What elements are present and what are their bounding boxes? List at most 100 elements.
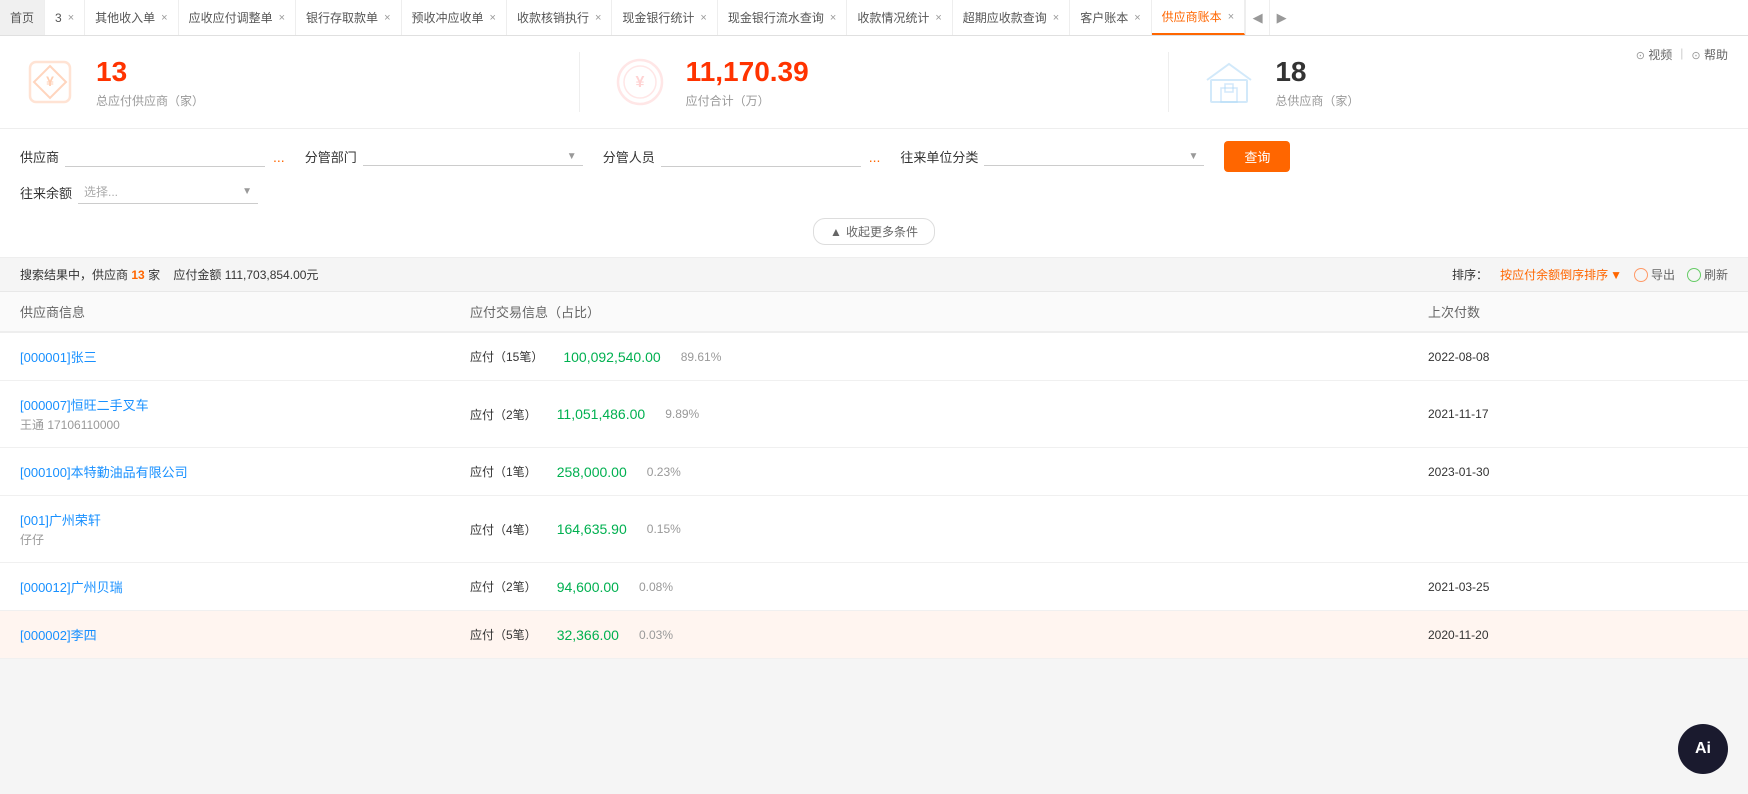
person-dots[interactable]: ... <box>869 149 881 165</box>
person-input[interactable] <box>661 146 861 167</box>
nav-cash-bank-flow[interactable]: 现金银行流水查询 × <box>718 0 847 35</box>
summary-bar: ⊙ 视频 | ⊙ 帮助 ¥ 13 总应付供应商（家） ¥ 11,170.39 <box>0 36 1748 129</box>
summary-card-2: ¥ 11,170.39 应付合计（万） <box>610 52 1139 112</box>
video-link[interactable]: ⊙ 视频 <box>1636 46 1673 63</box>
export-button[interactable]: 导出 <box>1634 266 1675 283</box>
tx-amount-link[interactable]: 94,600.00 <box>557 579 619 595</box>
close-collection-exec[interactable]: × <box>595 12 601 24</box>
nav-next-arrow[interactable]: ▶ <box>1269 0 1293 35</box>
tx-label: 应付（4笔） <box>470 521 537 538</box>
category-select[interactable]: ▼ <box>984 148 1204 166</box>
close-cash-bank-flow[interactable]: × <box>830 12 836 24</box>
last-pay-cell: 2021-11-17 <box>1428 407 1728 421</box>
balance-arrow-icon: ▼ <box>242 186 252 197</box>
result-bar: 搜索结果中，供应商 13 家 应付金额 111,703,854.00元 排序： … <box>0 258 1748 292</box>
nav-customer-ledger[interactable]: 客户账本 × <box>1070 0 1151 35</box>
close-cash-bank-stat[interactable]: × <box>700 12 706 24</box>
diamond-icon: ¥ <box>20 52 80 112</box>
tx-info-cell: 应付（1笔） 258,000.00 0.23% <box>470 463 1428 480</box>
nav-prepay-offset[interactable]: 预收冲应收单 × <box>402 0 507 35</box>
summary-text-1: 13 总应付供应商（家） <box>96 55 204 110</box>
nav-overdue-ar[interactable]: 超期应收款查询 × <box>953 0 1070 35</box>
summary-text-3: 18 总供应商（家） <box>1275 55 1359 110</box>
close-overdue-ar[interactable]: × <box>1053 12 1059 24</box>
supplier-input[interactable] <box>65 146 265 167</box>
last-pay-cell: 2021-03-25 <box>1428 580 1728 594</box>
nav-home[interactable]: 首页 <box>0 0 45 35</box>
data-table: 供应商信息 应付交易信息（占比） 上次付数 [000001]张三 应付（15笔）… <box>0 292 1748 659</box>
nav-cash-bank-stat[interactable]: 现金银行统计 × <box>612 0 717 35</box>
supplier-link[interactable]: [000002]李四 <box>20 628 97 643</box>
dept-filter: 分管部门 ▼ <box>305 147 583 166</box>
close-other-income[interactable]: × <box>161 12 167 24</box>
category-label: 往来单位分类 <box>900 147 978 166</box>
tx-amount-link[interactable]: 11,051,486.00 <box>557 406 646 422</box>
last-pay-cell: 2022-08-08 <box>1428 350 1728 364</box>
header-supplier-info: 供应商信息 <box>20 302 470 321</box>
refresh-button[interactable]: 刷新 <box>1687 266 1728 283</box>
tx-percent: 0.23% <box>647 465 681 479</box>
total-suppliers-label: 总供应商（家） <box>1275 92 1359 109</box>
dept-select[interactable]: ▼ <box>363 148 583 166</box>
tx-amount-link[interactable]: 32,366.00 <box>557 627 619 643</box>
supplier-info-cell: [000002]李四 <box>20 625 470 644</box>
tx-amount-link[interactable]: 258,000.00 <box>557 464 627 480</box>
table-row: [000012]广州贝瑞 应付（2笔） 94,600.00 0.08% 2021… <box>0 563 1748 611</box>
nav-collection-exec[interactable]: 收款核销执行 × <box>507 0 612 35</box>
close-tab-3[interactable]: × <box>68 12 74 24</box>
query-button[interactable]: 查询 <box>1224 141 1290 172</box>
tx-label: 应付（2笔） <box>470 406 537 423</box>
total-payable-amount: 11,170.39 <box>686 55 809 89</box>
close-customer-ledger[interactable]: × <box>1134 12 1140 24</box>
link-separator: | <box>1680 46 1683 63</box>
dept-label: 分管部门 <box>305 147 357 166</box>
supplier-dots[interactable]: ... <box>273 149 285 165</box>
table-row: [000002]李四 应付（5笔） 32,366.00 0.03% 2020-1… <box>0 611 1748 659</box>
supplier-info-cell: [001]广州荣轩 仔仔 <box>20 510 470 548</box>
divider-2 <box>1168 52 1169 112</box>
supplier-sub: 王通 17106110000 <box>20 416 470 433</box>
nav-other-income[interactable]: 其他收入单 × <box>85 0 178 35</box>
balance-select[interactable]: 选择... ▼ <box>78 180 258 204</box>
close-bank-deposit[interactable]: × <box>384 12 390 24</box>
supplier-link[interactable]: [000001]张三 <box>20 350 97 365</box>
supplier-filter: 供应商 ... <box>20 146 285 167</box>
nav-tab-3[interactable]: 3 × <box>45 0 85 35</box>
coin-icon: ¥ <box>610 52 670 112</box>
tx-percent: 0.15% <box>647 522 681 536</box>
nav-prev-arrow[interactable]: ◀ <box>1245 0 1269 35</box>
tx-label: 应付（1笔） <box>470 463 537 480</box>
close-supplier-ledger[interactable]: × <box>1228 11 1234 23</box>
table-row: [000007]恒旺二手叉车 王通 17106110000 应付（2笔） 11,… <box>0 381 1748 448</box>
table-row: [000100]本特勤油品有限公司 应付（1笔） 258,000.00 0.23… <box>0 448 1748 496</box>
nav-supplier-ledger[interactable]: 供应商账本 × <box>1152 0 1245 35</box>
supplier-link[interactable]: [000007]恒旺二手叉车 <box>20 398 149 413</box>
refresh-icon <box>1687 268 1701 282</box>
nav-ar-ap-adjust[interactable]: 应收应付调整单 × <box>179 0 296 35</box>
last-pay-cell: 2023-01-30 <box>1428 465 1728 479</box>
ai-button[interactable]: Ai <box>1678 724 1728 774</box>
tx-amount-link[interactable]: 100,092,540.00 <box>563 349 660 365</box>
help-link[interactable]: ⊙ 帮助 <box>1691 46 1728 63</box>
supplier-link[interactable]: [001]广州荣轩 <box>20 513 101 528</box>
collapse-button[interactable]: ▲ 收起更多条件 <box>813 218 935 245</box>
result-actions: 排序： 按应付余额倒序排序 ▼ 导出 刷新 <box>1452 266 1728 283</box>
supplier-link[interactable]: [000100]本特勤油品有限公司 <box>20 465 188 480</box>
close-prepay-offset[interactable]: × <box>490 12 496 24</box>
total-suppliers-count: 18 <box>1275 55 1359 89</box>
tx-percent: 89.61% <box>681 350 722 364</box>
supplier-info-cell: [000100]本特勤油品有限公司 <box>20 462 470 481</box>
tx-label: 应付（5笔） <box>470 626 537 643</box>
nav-collection-stat[interactable]: 收款情况统计 × <box>847 0 952 35</box>
summary-text-2: 11,170.39 应付合计（万） <box>686 55 809 110</box>
filter-bar: 供应商 ... 分管部门 ▼ 分管人员 ... 往来单位分类 ▼ 查询 <box>0 129 1748 258</box>
close-ar-ap-adjust[interactable]: × <box>279 12 285 24</box>
tx-info-cell: 应付（2笔） 11,051,486.00 9.89% <box>470 406 1428 423</box>
nav-bank-deposit[interactable]: 银行存取款单 × <box>296 0 401 35</box>
sort-select[interactable]: 按应付余额倒序排序 ▼ <box>1500 266 1622 283</box>
tx-label: 应付（2笔） <box>470 578 537 595</box>
tx-amount-link[interactable]: 164,635.90 <box>557 521 627 537</box>
close-collection-stat[interactable]: × <box>935 12 941 24</box>
supplier-link[interactable]: [000012]广州贝瑞 <box>20 580 123 595</box>
top-links: ⊙ 视频 | ⊙ 帮助 <box>1636 46 1728 63</box>
